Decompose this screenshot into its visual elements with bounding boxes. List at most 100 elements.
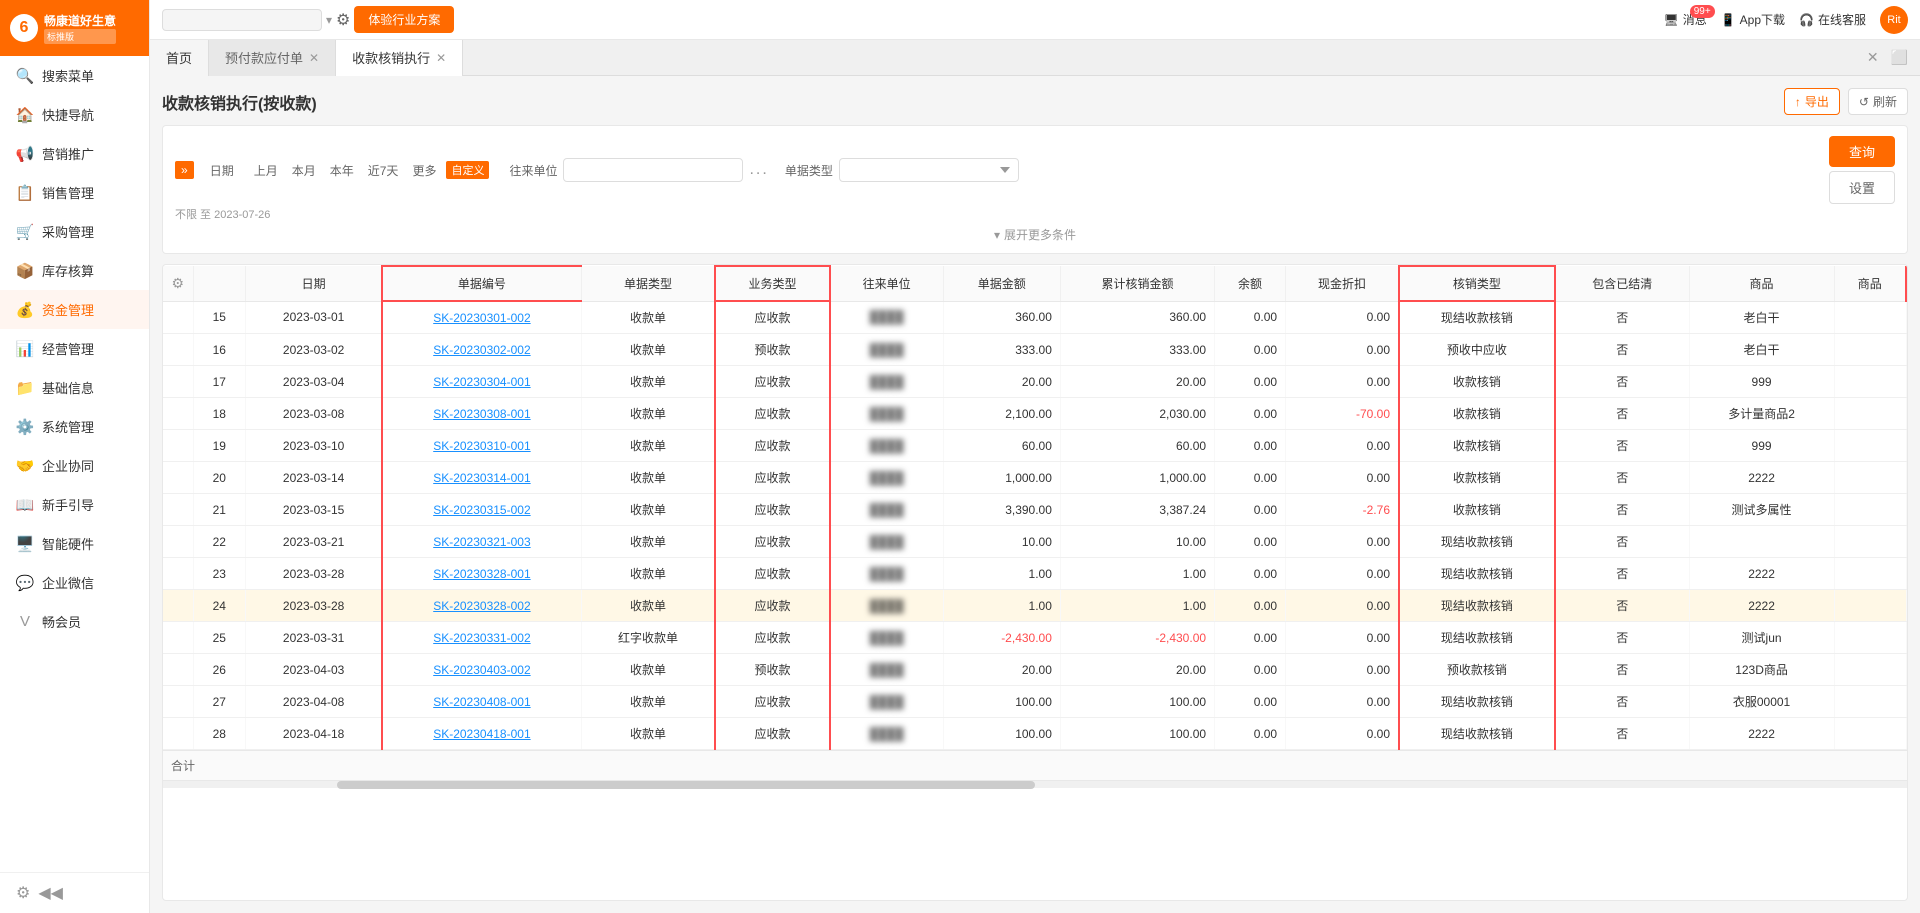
sidebar-item-hardware[interactable]: 🖥️ 智能硬件 xyxy=(0,524,149,563)
doc-no-link[interactable]: SK-20230301-002 xyxy=(433,311,530,325)
doc-no-link[interactable]: SK-20230304-001 xyxy=(433,375,530,389)
horizontal-scrollbar[interactable] xyxy=(163,780,1907,788)
table-cell xyxy=(163,430,193,462)
settings-bottom-icon[interactable]: ⚙ xyxy=(16,883,30,903)
sidebar-item-operation[interactable]: 📊 经营管理 xyxy=(0,329,149,368)
table-cell: 0.00 xyxy=(1286,622,1399,654)
table-cell: 0.00 xyxy=(1215,430,1286,462)
tab-prepay-close[interactable]: ✕ xyxy=(309,51,319,65)
message-button[interactable]: 🖥 消息 99+ xyxy=(1663,11,1706,28)
sidebar-item-finance[interactable]: 💰 资金管理 xyxy=(0,290,149,329)
column-settings-icon[interactable]: ⚙ xyxy=(171,275,184,291)
date-custom-button[interactable]: 自定义 xyxy=(446,161,489,179)
table-cell xyxy=(1834,366,1906,398)
sidebar-item-quicknav[interactable]: 🏠 快捷导航 xyxy=(0,95,149,134)
th-amount: 单据金额 xyxy=(943,266,1060,301)
doc-no-link[interactable]: SK-20230403-002 xyxy=(433,663,530,677)
table-cell: 0.00 xyxy=(1215,590,1286,622)
sidebar-item-sales[interactable]: 📋 销售管理 xyxy=(0,173,149,212)
date-more[interactable]: 更多 xyxy=(408,160,440,181)
tab-collection[interactable]: 收款核销执行 ✕ xyxy=(336,40,463,76)
table-cell: ████ xyxy=(830,686,943,718)
table-cell: 0.00 xyxy=(1215,622,1286,654)
topbar-right: 🖥 消息 99+ 📱 App下载 🎧 在线客服 Rit xyxy=(1663,6,1908,34)
avatar[interactable]: Rit xyxy=(1880,6,1908,34)
settings-button[interactable]: 设置 xyxy=(1829,171,1895,204)
table-cell: 现结收款核销 xyxy=(1399,718,1555,750)
doc-no-link[interactable]: SK-20230308-001 xyxy=(433,407,530,421)
app-download-button[interactable]: 📱 App下载 xyxy=(1721,11,1785,28)
sidebar-item-guide[interactable]: 📖 新手引导 xyxy=(0,485,149,524)
doc-no-link[interactable]: SK-20230310-001 xyxy=(433,439,530,453)
refresh-button[interactable]: ↺ 刷新 xyxy=(1848,88,1908,115)
doc-no-link[interactable]: SK-20230321-003 xyxy=(433,535,530,549)
query-button[interactable]: 查询 xyxy=(1829,136,1895,167)
table-cell: 红字收款单 xyxy=(581,622,715,654)
table-cell: 0.00 xyxy=(1286,334,1399,366)
search-input[interactable] xyxy=(162,9,322,31)
filter-toggle-button[interactable]: » xyxy=(175,161,194,179)
sidebar-item-purchase[interactable]: 🛒 采购管理 xyxy=(0,212,149,251)
sidebar-item-system[interactable]: ⚙️ 系统管理 xyxy=(0,407,149,446)
table-cell: 360.00 xyxy=(1060,301,1214,334)
tab-prepay[interactable]: 预付款应付单 ✕ xyxy=(209,40,336,76)
date-options: 上月 本月 本年 近7天 更多 自定义 xyxy=(250,160,490,181)
filter-bar: » 日期 上月 本月 本年 近7天 更多 自定义 往来单位 ... 单据类型 xyxy=(162,125,1908,254)
th-biz-type: 业务类型 xyxy=(715,266,829,301)
th-doc-no: 单据编号 xyxy=(382,266,581,301)
date-7days[interactable]: 近7天 xyxy=(364,160,403,181)
doc-no-link[interactable]: SK-20230408-001 xyxy=(433,695,530,709)
doc-no-link[interactable]: SK-20230315-002 xyxy=(433,503,530,517)
table-cell xyxy=(163,622,193,654)
scrollbar-thumb[interactable] xyxy=(337,781,1035,789)
online-service-button[interactable]: 🎧 在线客服 xyxy=(1799,11,1866,28)
logo-icon: 6 xyxy=(10,14,38,42)
table-cell: SK-20230403-002 xyxy=(382,654,581,686)
tab-home[interactable]: 首页 xyxy=(150,40,209,76)
date-this-year[interactable]: 本年 xyxy=(326,160,358,181)
doc-no-link[interactable]: SK-20230328-002 xyxy=(433,599,530,613)
more-options-dots[interactable]: ... xyxy=(749,161,768,179)
table-cell: 2023-03-08 xyxy=(246,398,383,430)
table-cell: -2,430.00 xyxy=(1060,622,1214,654)
table-cell: 现结收款核销 xyxy=(1399,526,1555,558)
close-tab-icon[interactable]: ✕ xyxy=(1863,47,1883,68)
expand-more-button[interactable]: ▾ 展开更多条件 xyxy=(175,226,1895,243)
partner-input[interactable] xyxy=(563,158,743,182)
collapse-icon[interactable]: ◀◀ xyxy=(38,883,63,903)
doc-no-link[interactable]: SK-20230418-001 xyxy=(433,727,530,741)
doc-no-link[interactable]: SK-20230328-001 xyxy=(433,567,530,581)
table-cell: SK-20230418-001 xyxy=(382,718,581,750)
table-cell: 1,000.00 xyxy=(1060,462,1214,494)
date-this-month[interactable]: 本月 xyxy=(288,160,320,181)
doc-no-link[interactable]: SK-20230302-002 xyxy=(433,343,530,357)
sidebar-item-search[interactable]: 🔍 搜索菜单 xyxy=(0,56,149,95)
receipt-type-select[interactable] xyxy=(839,158,1019,182)
table-row: 172023-03-04SK-20230304-001收款单应收款████20.… xyxy=(163,366,1906,398)
maximize-icon[interactable]: ⬜ xyxy=(1887,47,1912,68)
sidebar-item-weixin[interactable]: 💬 企业微信 xyxy=(0,563,149,602)
date-last-month[interactable]: 上月 xyxy=(250,160,282,181)
doc-no-link[interactable]: SK-20230314-001 xyxy=(433,471,530,485)
sidebar-item-member[interactable]: V 畅会员 xyxy=(0,602,149,641)
sidebar-item-inventory[interactable]: 📦 库存核算 xyxy=(0,251,149,290)
sidebar-item-enterprise[interactable]: 🤝 企业协同 xyxy=(0,446,149,485)
doc-no-link[interactable]: SK-20230331-002 xyxy=(433,631,530,645)
table-cell xyxy=(1834,430,1906,462)
table-cell: 收款单 xyxy=(581,526,715,558)
sidebar-bottom: ⚙ ◀◀ xyxy=(0,872,149,913)
export-button[interactable]: ↑ 导出 xyxy=(1784,88,1840,115)
table-cell: 999 xyxy=(1689,430,1834,462)
table-cell: 现结收款核销 xyxy=(1399,622,1555,654)
table-cell: 0.00 xyxy=(1286,301,1399,334)
industry-solution-button[interactable]: 体验行业方案 xyxy=(354,6,454,33)
tab-collection-close[interactable]: ✕ xyxy=(436,51,446,65)
table-cell: 1.00 xyxy=(943,590,1060,622)
table-footer: 合计 xyxy=(163,750,1907,780)
sidebar-item-marketing[interactable]: 📢 营销推广 xyxy=(0,134,149,173)
table-cell xyxy=(163,462,193,494)
settings-icon: ⚙️ xyxy=(16,418,34,436)
sidebar-item-basic[interactable]: 📁 基础信息 xyxy=(0,368,149,407)
table-cell: 收款核销 xyxy=(1399,462,1555,494)
gear-icon[interactable]: ⚙ xyxy=(336,10,350,30)
